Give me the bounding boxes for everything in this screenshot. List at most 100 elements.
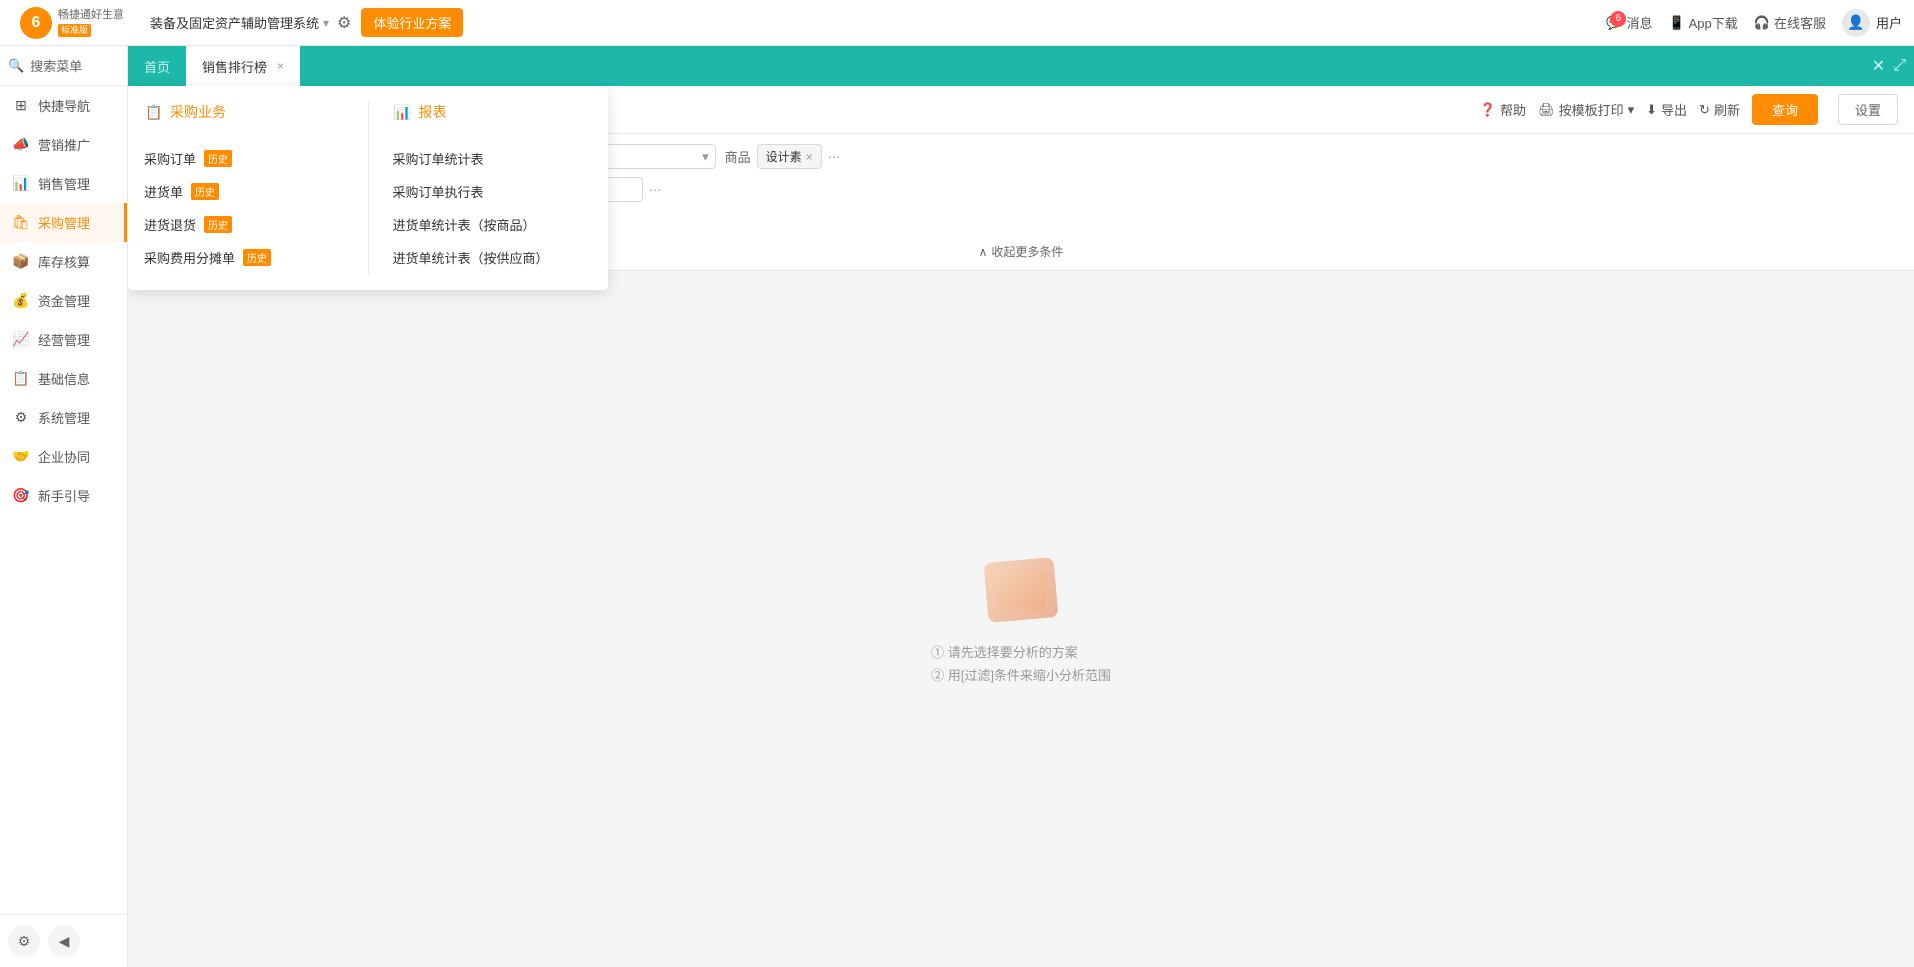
tab-close-btn[interactable]: × bbox=[277, 59, 284, 73]
print-dropdown-arrow[interactable]: ▾ bbox=[1628, 102, 1635, 118]
notification-icon-wrap: 💬 6 bbox=[1606, 15, 1622, 31]
tab-home-label: 首页 bbox=[144, 57, 170, 76]
content-area: 首页 销售排行榜 × ✕ ⤢ 📋 bbox=[128, 46, 1914, 967]
headset-icon: 🎧 bbox=[1754, 15, 1770, 31]
collapse-filter-btn[interactable]: ∧ 收起更多条件 bbox=[979, 243, 1064, 260]
app-wrapper: 6 畅捷通好生意 标准版 装备及固定资产辅助管理系统 ▾ ⚙ 体验行业方案 💬 … bbox=[0, 0, 1914, 967]
sales-icon: 📊 bbox=[12, 175, 30, 192]
sidebar-item-quick-nav[interactable]: ⊞ 快捷导航 bbox=[0, 86, 127, 125]
collapse-sidebar-btn[interactable]: ◀ bbox=[48, 925, 80, 957]
salesperson-dots[interactable]: ··· bbox=[649, 182, 662, 197]
logo-text: 畅捷通好生意 标准版 bbox=[58, 8, 124, 38]
tab-maximize-btn[interactable]: ⤢ bbox=[1893, 57, 1906, 75]
help-icon: ❓ bbox=[1480, 102, 1496, 118]
sidebar-item-basic-info[interactable]: 📋 基础信息 bbox=[0, 359, 127, 398]
system-dropdown-arrow[interactable]: ▾ bbox=[323, 16, 329, 30]
collapse-up-icon: ∧ bbox=[979, 245, 988, 259]
sidebar-item-operations[interactable]: 📈 经营管理 bbox=[0, 320, 127, 359]
goods-tag-remove[interactable]: × bbox=[806, 150, 813, 164]
top-bar: 6 畅捷通好生意 标准版 装备及固定资产辅助管理系统 ▾ ⚙ 体验行业方案 💬 … bbox=[0, 0, 1914, 46]
main-layout: 🔍 搜索菜单 ⊞ 快捷导航 📣 营销推广 📊 销售管理 🛍 采购管理 📦 bbox=[0, 46, 1914, 967]
sidebar-item-enterprise[interactable]: 🤝 企业协同 bbox=[0, 437, 127, 476]
help-btn[interactable]: ❓ 帮助 bbox=[1480, 100, 1526, 119]
logo-area: 6 畅捷通好生意 标准版 bbox=[12, 7, 140, 39]
report-section-title: 📊 报表 bbox=[393, 102, 593, 130]
goods-filter-dots[interactable]: ··· bbox=[828, 149, 841, 164]
online-service-action[interactable]: 🎧 在线客服 bbox=[1754, 13, 1826, 32]
tip-num-2: ② bbox=[931, 668, 944, 683]
sidebar-item-label: 快捷导航 bbox=[38, 96, 90, 115]
menu-item-goods-return[interactable]: 进货退货 历史 bbox=[144, 208, 344, 241]
sidebar-item-purchase[interactable]: 🛍 采购管理 bbox=[0, 203, 127, 242]
inventory-icon: 📦 bbox=[12, 253, 30, 270]
query-button[interactable]: 查询 bbox=[1752, 94, 1818, 125]
goods-label: 商品 bbox=[725, 147, 751, 166]
sidebar-search[interactable]: 🔍 搜索菜单 bbox=[0, 46, 127, 86]
tab-home[interactable]: 首页 bbox=[128, 46, 186, 86]
goods-filter-field: 商品 设计素 × ··· bbox=[725, 144, 841, 169]
system-icon: ⚙ bbox=[12, 409, 30, 426]
settings-button[interactable]: 设置 bbox=[1838, 94, 1898, 125]
app-download-label: App下载 bbox=[1689, 13, 1738, 32]
sidebar-item-sales[interactable]: 📊 销售管理 bbox=[0, 164, 127, 203]
user-area[interactable]: 👤 用户 bbox=[1842, 9, 1902, 37]
export-icon: ⬇ bbox=[1646, 102, 1657, 118]
empty-icon-shape2 bbox=[995, 569, 1047, 612]
phone-icon: 📱 bbox=[1668, 15, 1684, 31]
online-service-label: 在线客服 bbox=[1774, 13, 1826, 32]
search-icon: 🔍 bbox=[8, 58, 24, 74]
menu-item-po-exec[interactable]: 采购订单执行表 bbox=[393, 175, 593, 208]
top-bar-actions: 💬 6 消息 📱 App下载 🎧 在线客服 👤 用户 bbox=[1606, 9, 1902, 37]
menu-item-goods-receipt[interactable]: 进货单 历史 bbox=[144, 175, 344, 208]
user-label: 用户 bbox=[1876, 13, 1902, 32]
menu-item-po-stats[interactable]: 采购订单统计表 bbox=[393, 142, 593, 175]
tip-num-1: ① bbox=[931, 645, 944, 660]
sidebar-item-inventory[interactable]: 📦 库存核算 bbox=[0, 242, 127, 281]
gear-button[interactable]: ⚙ bbox=[337, 13, 351, 33]
tab-bar-end: ✕ ⤢ bbox=[1872, 56, 1914, 76]
operations-icon: 📈 bbox=[12, 331, 30, 348]
menu-item-receipt-by-goods[interactable]: 进货单统计表（按商品） bbox=[393, 208, 593, 241]
basic-info-icon: 📋 bbox=[12, 370, 30, 387]
menu-divider bbox=[368, 102, 369, 274]
sidebar-item-label: 系统管理 bbox=[38, 408, 90, 427]
system-title: 装备及固定资产辅助管理系统 bbox=[150, 13, 319, 32]
sidebar-item-label: 销售管理 bbox=[38, 174, 90, 193]
purchase-icon: 🛍 bbox=[12, 214, 30, 231]
sidebar-item-label: 基础信息 bbox=[38, 369, 90, 388]
collapse-filter-label: 收起更多条件 bbox=[991, 243, 1063, 260]
guide-icon: 🎯 bbox=[12, 487, 30, 504]
tab-sales-rank[interactable]: 销售排行榜 × bbox=[186, 46, 300, 86]
sidebar-search-label: 搜索菜单 bbox=[30, 56, 82, 75]
report-section-icon: 📊 bbox=[393, 102, 413, 122]
tab-sales-rank-label: 销售排行榜 bbox=[202, 57, 267, 76]
sidebar-item-marketing[interactable]: 📣 营销推广 bbox=[0, 125, 127, 164]
notification-badge: 6 bbox=[1610, 11, 1626, 27]
tab-bar-container: 首页 销售排行榜 × ✕ ⤢ 📋 bbox=[128, 46, 1914, 86]
tab-close-window-btn[interactable]: ✕ bbox=[1872, 56, 1885, 76]
settings-bottom-btn[interactable]: ⚙ bbox=[8, 925, 40, 957]
empty-tip-2: ② 用[过滤]条件来缩小分析范围 bbox=[931, 665, 1111, 684]
export-btn[interactable]: ⬇ 导出 bbox=[1646, 100, 1687, 119]
sidebar-item-label: 库存核算 bbox=[38, 252, 90, 271]
sidebar-bottom: ⚙ ◀ bbox=[0, 914, 127, 967]
enterprise-icon: 🤝 bbox=[12, 448, 30, 465]
sidebar-item-system[interactable]: ⚙ 系统管理 bbox=[0, 398, 127, 437]
menu-item-receipt-by-supplier[interactable]: 进货单统计表（按供应商） bbox=[393, 241, 593, 274]
app-download-action[interactable]: 📱 App下载 bbox=[1668, 13, 1737, 32]
finance-icon: 💰 bbox=[12, 292, 30, 309]
main-content: ① 请先选择要分析的方案 ② 用[过滤]条件来缩小分析范围 bbox=[128, 271, 1914, 967]
menu-item-purchase-expense[interactable]: 采购费用分摊单 历史 bbox=[144, 241, 344, 274]
menu-item-purchase-order[interactable]: 采购订单 历史 bbox=[144, 142, 344, 175]
print-btn[interactable]: 🖨 按模板打印 ▾ bbox=[1538, 100, 1634, 119]
report-section: 📊 报表 采购订单统计表 采购订单执行表 进货单统计表（按商品） bbox=[393, 102, 593, 274]
purchase-section-icon: 📋 bbox=[144, 102, 164, 122]
empty-state: ① 请先选择要分析的方案 ② 用[过滤]条件来缩小分析范围 bbox=[931, 550, 1111, 688]
notification-action[interactable]: 💬 6 消息 bbox=[1606, 13, 1652, 32]
sidebar: 🔍 搜索菜单 ⊞ 快捷导航 📣 营销推广 📊 销售管理 🛍 采购管理 📦 bbox=[0, 46, 128, 967]
sidebar-item-label: 经营管理 bbox=[38, 330, 90, 349]
refresh-btn[interactable]: ↻ 刷新 bbox=[1699, 100, 1740, 119]
sidebar-item-guide[interactable]: 🎯 新手引导 bbox=[0, 476, 127, 515]
industry-button[interactable]: 体验行业方案 bbox=[361, 8, 463, 37]
sidebar-item-finance[interactable]: 💰 资金管理 bbox=[0, 281, 127, 320]
